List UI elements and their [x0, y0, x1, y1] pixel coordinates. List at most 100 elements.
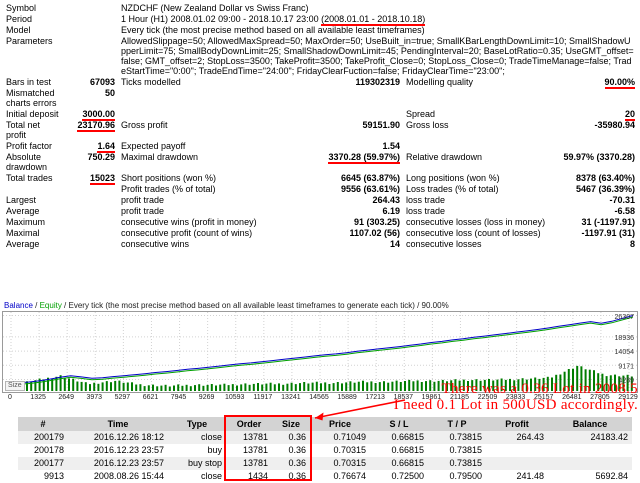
y-tick: 9171 [618, 363, 634, 370]
stat-value: 90.00% [604, 77, 636, 89]
stats-row: Period 1 Hour (H1) 2008.01.02 09:00 - 201… [3, 13, 638, 26]
stat-label: Loss trades (% of total) [406, 184, 499, 194]
trade-cell: 264.43 [486, 431, 548, 444]
trade-cell: 24183.42 [548, 431, 632, 444]
col-header-#: # [18, 417, 68, 431]
stat-label: Expected payoff [121, 141, 186, 151]
stats-row: Parameters AllowedSlippage=50; AllowedMax… [3, 35, 638, 76]
col-header-size: Size [272, 417, 310, 431]
trade-cell: 0.66815 [370, 457, 428, 470]
trade-cell: 0.66815 [391, 445, 424, 455]
stat-value: 1.54 [382, 141, 401, 151]
stat-value: 67093 [89, 77, 116, 87]
y-tick: 14054 [615, 349, 635, 356]
stat-value [63, 227, 118, 238]
stat-value: 264.43 [372, 195, 401, 205]
stat-value: 9556 (63.61%) [340, 184, 401, 194]
stat-label: Spread [406, 109, 436, 119]
stat-value: 5467 (36.39%) [576, 184, 636, 194]
stats-row: Symbol NZDCHF (New Zealand Dollar vs Swis… [3, 2, 638, 13]
stat-value [63, 216, 118, 227]
stats-row: Maximal consecutive profit (count of wins… [3, 227, 638, 238]
trade-row[interactable]: 9913 2008.08.26 15:44 close 1434 0.36 0.76674… [18, 470, 632, 483]
stat-value [403, 140, 553, 151]
stats-row: Absolute drawdown 750.29 Maximal drawdown 3… [3, 151, 638, 172]
trade-cell: 0.73815 [449, 445, 482, 455]
x-tick: 9269 [198, 394, 215, 401]
stat-value: 23170.96 [77, 120, 116, 132]
stat-label: Ticks modelled [121, 77, 181, 87]
trade-cell [486, 457, 548, 470]
stat-value: -70.31 [609, 195, 636, 205]
stat-value: 750.29 [87, 152, 116, 162]
trade-cell: close [168, 431, 226, 444]
stat-label: Bars in test [6, 77, 52, 87]
stat-value [118, 87, 638, 108]
trade-cell: 0.79500 [449, 471, 482, 481]
trade-cell: 0.73815 [428, 457, 486, 470]
col-header-tp: T / P [428, 417, 486, 431]
trade-cell: buy [207, 445, 222, 455]
annotation-note: There was a 0.36 Lot in 2008.5 I need 0.… [394, 381, 638, 413]
stat-value: -1197.91 (31) [581, 228, 636, 238]
balance-curve-svg: 26307189361405491714289 [3, 312, 637, 392]
stat-value: 8378 (63.40%) [576, 173, 636, 183]
x-tick: 1325 [30, 394, 46, 401]
trade-cell: 200177 [18, 457, 68, 470]
stat-label: consecutive wins [121, 239, 190, 249]
stat-value: 3370.28 (59.97%) [328, 152, 401, 164]
col-header-profit: Profit [486, 417, 548, 431]
chart-legend: Balance / Equity / Every tick (the most … [4, 301, 638, 311]
chart-subtitle: / Every tick (the most precise method ba… [61, 301, 449, 310]
x-tick: 10593 [224, 394, 245, 401]
stats-row: Total net profit 23170.96 Gross profit 5915… [3, 119, 638, 140]
stat-label: Maximal [6, 228, 40, 238]
trade-cell: 0.71049 [310, 431, 370, 444]
stat-value: 1107.02 (56) [349, 228, 401, 238]
x-tick: 7945 [170, 394, 187, 401]
stat-label: Average [6, 239, 40, 249]
stat-label: Model [6, 25, 31, 35]
legend-equity: Equity [39, 301, 62, 310]
trade-cell: 0.72500 [391, 471, 424, 481]
trade-row[interactable]: 200178 2016.12.23 23:57 buy 13781 0.36 0.7031… [18, 444, 632, 457]
col-header-order: Order [226, 417, 272, 431]
stat-value: 119302319 [355, 77, 401, 87]
stat-label: Short positions (won %) [121, 173, 217, 183]
col-header-time: Time [68, 417, 168, 431]
stat-value [63, 205, 118, 216]
stat-value: 59151.90 [362, 120, 401, 130]
x-tick: 15889 [337, 394, 357, 401]
y-tick: 26307 [615, 314, 635, 321]
trade-cell: 0.66815 [370, 431, 428, 444]
trade-cell: 200179 [18, 431, 68, 444]
stat-label: Total trades [6, 173, 53, 183]
trade-cell: 0.70315 [333, 445, 366, 455]
stats-row: Largest profit trade 264.43 loss trade -70.3… [3, 194, 638, 205]
stat-label: Largest [6, 195, 37, 205]
trade-cell: 2016.12.23 23:57 [68, 457, 168, 470]
stat-label: Initial deposit [6, 109, 59, 119]
trade-cell: close [200, 471, 222, 481]
trade-row[interactable]: 200179 2016.12.26 18:12 close 13781 0.36 0.71… [18, 431, 632, 444]
col-header-sl: S / L [370, 417, 428, 431]
x-tick: 14565 [309, 394, 329, 401]
x-tick: 11917 [253, 394, 273, 401]
stat-label: loss trade [406, 206, 446, 216]
legend-balance: Balance [4, 301, 33, 310]
y-tick: 18936 [615, 335, 635, 342]
stats-row: Mismatched charts errors 50 [3, 87, 638, 108]
x-tick: 6621 [142, 394, 159, 401]
stat-value: 50 [105, 88, 116, 98]
stat-label: profit trade [121, 195, 165, 205]
stat-label: Mismatched charts errors [6, 88, 57, 108]
stats-row: Profit factor 1.64 Expected payoff 1.54 [3, 140, 638, 153]
stat-value [63, 238, 118, 249]
trade-row[interactable]: 200177 2016.12.23 23:57 buy stop 13781 0.36 0… [18, 457, 632, 470]
trade-cell: 200178 [33, 445, 64, 455]
trade-cell: 5692.84 [595, 471, 628, 481]
stat-value [118, 108, 286, 119]
stat-label: consecutive profit (count of wins) [121, 228, 253, 238]
stat-value: AllowedSlippage=50; AllowedMaxSpread=50;… [121, 36, 634, 76]
trade-cell: 9913 [43, 471, 64, 481]
